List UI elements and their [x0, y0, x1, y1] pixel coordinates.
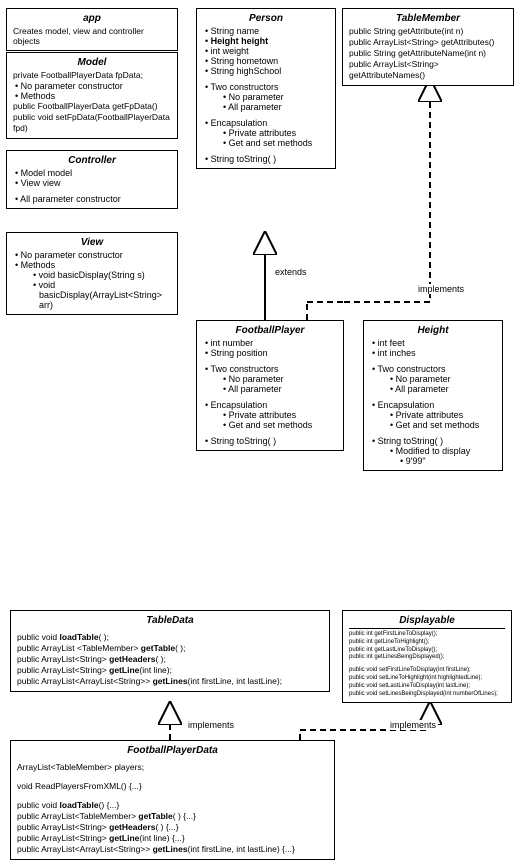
person-a5: String highSchool [203, 66, 329, 76]
d-l8: public void setLinesBeingDisplayed(int n… [349, 691, 505, 699]
tm-l4: public ArrayList<String> getAttributeNam… [349, 59, 507, 81]
fp-e1: Private attributes [221, 410, 337, 420]
class-height: Height int feet int inches Two construct… [363, 320, 503, 471]
td-l3: public ArrayList<String> getHeaders( ); [17, 654, 323, 665]
fp-ts: String toString( ) [203, 436, 337, 446]
d-l7: public void setLastLineToDisplay(int las… [349, 683, 505, 691]
title-controller: Controller [13, 155, 171, 166]
fp-c1: No parameter [221, 374, 337, 384]
class-person: Person String name Height height int wei… [196, 8, 336, 169]
class-tabledata: TableData public void loadTable( ); publ… [10, 610, 330, 692]
label-implements-3: implements [388, 720, 438, 730]
person-a4: String hometown [203, 56, 329, 66]
h-c2: All parameter [388, 384, 496, 394]
label-implements-2: implements [186, 720, 236, 730]
person-a2: Height height [203, 36, 329, 46]
d-l4: public int getLinesBeingDisplayed(); [349, 654, 505, 662]
td-l2: public ArrayList <TableMember> getTable(… [17, 643, 323, 654]
label-extends: extends [273, 267, 309, 277]
title-tablemember: TableMember [349, 13, 507, 24]
person-c1: No parameter [221, 92, 329, 102]
fpd-l6: public ArrayList<String> getLine(int lin… [17, 833, 328, 844]
fp-a1: int number [203, 338, 337, 348]
class-app: app Creates model, view and controller o… [6, 8, 178, 51]
tm-l1: public String getAttribute(int n) [349, 26, 507, 37]
title-person: Person [203, 13, 329, 24]
td-l1: public void loadTable( ); [17, 632, 323, 643]
model-l4: public FootballPlayerData getFpData() [13, 101, 171, 112]
d-l5: public void setFirstLineToDisplay(int fi… [349, 667, 505, 675]
class-tablemember: TableMember public String getAttribute(i… [342, 8, 514, 86]
model-l2: No parameter constructor [13, 81, 171, 91]
model-l3: Methods [13, 91, 171, 101]
fpd-l3: public void loadTable() {...} [17, 800, 328, 811]
h-ts: String toString( ) [370, 436, 496, 446]
class-view: View No parameter constructor Methods vo… [6, 232, 178, 315]
fpd-l4: public ArrayList<TableMember> getTable( … [17, 811, 328, 822]
h-c0: Two constructors [370, 364, 496, 374]
fpd-l2: void ReadPlayersFromXML() {...} [17, 781, 328, 792]
person-e1: Private attributes [221, 128, 329, 138]
person-e2: Get and set methods [221, 138, 329, 148]
person-c2: All parameter [221, 102, 329, 112]
model-l1: private FootballPlayerData fpData; [13, 70, 171, 81]
class-model: Model private FootballPlayerData fpData;… [6, 52, 178, 139]
fpd-l7: public ArrayList<ArrayList<String>> getL… [17, 844, 328, 855]
person-a3: int weight [203, 46, 329, 56]
d-l2: public int getLineToHighlight(); [349, 639, 505, 647]
fp-c0: Two constructors [203, 364, 337, 374]
d-l1: public int getFirstLineToDisplay(); [349, 631, 505, 639]
title-app: app [13, 13, 171, 24]
tm-l3: public String getAttributeName(int n) [349, 48, 507, 59]
view-l3: void basicDisplay(String s) [31, 270, 171, 280]
d-l3: public int getLastLineToDisplay(); [349, 647, 505, 655]
model-l5: public void setFpData(FootballPlayerData… [13, 112, 171, 134]
title-height: Height [370, 325, 496, 336]
h-e0: Encapsulation [370, 400, 496, 410]
td-l5: public ArrayList<ArrayList<String>> getL… [17, 676, 323, 687]
h-e1: Private attributes [388, 410, 496, 420]
d-l6: public void setLineToHighlight(int highl… [349, 675, 505, 683]
fpd-l1: ArrayList<TableMember> players; [17, 762, 328, 773]
class-controller: Controller Model model View view All par… [6, 150, 178, 209]
title-tabledata: TableData [17, 615, 323, 626]
class-displayable: Displayable public int getFirstLineToDis… [342, 610, 512, 703]
view-l2: Methods [13, 260, 171, 270]
controller-l2: View view [13, 178, 171, 188]
fpd-l5: public ArrayList<String> getHeaders( ) {… [17, 822, 328, 833]
title-fpd: FootballPlayerData [17, 745, 328, 756]
class-footballplayerdata: FootballPlayerData ArrayList<TableMember… [10, 740, 335, 860]
title-model: Model [13, 57, 171, 68]
label-implements-1: implements [416, 284, 466, 294]
desc-app: Creates model, view and controller objec… [13, 26, 171, 46]
person-a1: String name [203, 26, 329, 36]
h-e2: Get and set methods [388, 420, 496, 430]
class-footballplayer: FootballPlayer int number String positio… [196, 320, 344, 451]
fp-a2: String position [203, 348, 337, 358]
fp-c2: All parameter [221, 384, 337, 394]
title-footballplayer: FootballPlayer [203, 325, 337, 336]
controller-l1: Model model [13, 168, 171, 178]
view-l1: No parameter constructor [13, 250, 171, 260]
h-a2: int inches [370, 348, 496, 358]
td-l4: public ArrayList<String> getLine(int lin… [17, 665, 323, 676]
h-ts2: 9'99" [398, 456, 496, 466]
controller-l3: All parameter constructor [13, 194, 171, 204]
title-view: View [13, 237, 171, 248]
person-e0: Encapsulation [203, 118, 329, 128]
view-l4: void basicDisplay(ArrayList<String> arr) [31, 280, 171, 310]
title-displayable: Displayable [349, 615, 505, 629]
tm-l2: public ArrayList<String> getAttributes() [349, 37, 507, 48]
h-c1: No parameter [388, 374, 496, 384]
fp-e2: Get and set methods [221, 420, 337, 430]
h-ts1: Modified to display [388, 446, 496, 456]
fp-e0: Encapsulation [203, 400, 337, 410]
person-ts: String toString( ) [203, 154, 329, 164]
h-a1: int feet [370, 338, 496, 348]
person-c0: Two constructors [203, 82, 329, 92]
